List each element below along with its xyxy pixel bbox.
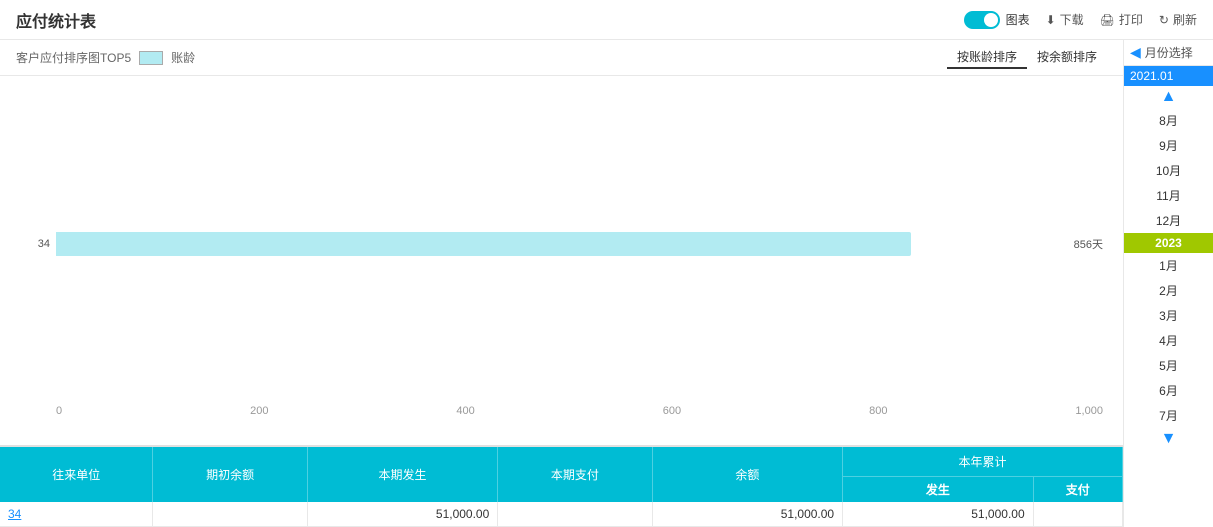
bar-chart: 34 856天 0 200 400 600 800: [10, 86, 1113, 421]
sort-by-age-button[interactable]: 按账龄排序: [947, 46, 1027, 69]
col-nianfasheng: 发生: [843, 477, 1034, 503]
download-button[interactable]: ⬇ 下载: [1046, 11, 1084, 28]
x-axis-600: 600: [663, 405, 681, 417]
sidebar-month-9[interactable]: 9月: [1124, 133, 1213, 158]
bar-label: 34: [20, 238, 50, 250]
sidebar-month-5[interactable]: 5月: [1124, 353, 1213, 378]
sidebar-header: ◀ 月份选择: [1124, 40, 1213, 66]
sidebar-collapse-button[interactable]: ◀: [1130, 44, 1141, 61]
download-icon: ⬇: [1046, 13, 1056, 27]
x-axis-200: 200: [250, 405, 268, 417]
col-nianzhifu: 支付: [1033, 477, 1122, 503]
cell-unit[interactable]: 34: [0, 502, 153, 527]
bar-fill: [56, 232, 911, 256]
header-actions: 图表 ⬇ 下载 🖨 打印 ↻ 刷新: [964, 11, 1197, 29]
sort-by-balance-button[interactable]: 按余额排序: [1027, 46, 1107, 69]
print-button[interactable]: 🖨 打印: [1100, 11, 1143, 28]
sidebar-month-10[interactable]: 10月: [1124, 158, 1213, 183]
table-header-row: 往来单位 期初余额 本期发生 本期支付 余额 本年累计: [0, 447, 1123, 477]
sidebar-up-button[interactable]: ▲: [1124, 86, 1213, 108]
bar-end-label: 856天: [1074, 236, 1103, 252]
sidebar: ◀ 月份选择 2021.01 ▲ 8月 9月 10月 11月 12月 2023 …: [1123, 40, 1213, 527]
sidebar-month-12[interactable]: 12月: [1124, 208, 1213, 233]
col-qichu: 期初余额: [153, 447, 307, 502]
chart-sort-buttons: 按账龄排序 按余额排序: [947, 46, 1107, 69]
sidebar-title: 月份选择: [1145, 44, 1193, 61]
x-axis: 0 200 400 600 800 1,000: [20, 401, 1103, 421]
x-axis-800: 800: [869, 405, 887, 417]
chart-legend: 客户应付排序图TOP5 账龄: [16, 49, 195, 66]
page-title: 应付统计表: [16, 8, 96, 32]
print-icon: 🖨: [1100, 13, 1115, 27]
chart-toggle-label: 图表: [1006, 11, 1030, 28]
data-table: 往来单位 期初余额 本期发生 本期支付 余额 本年累计 发生 支付: [0, 445, 1123, 527]
sidebar-down-button[interactable]: ▼: [1124, 428, 1213, 450]
col-nianlei: 本年累计: [843, 447, 1123, 477]
refresh-button[interactable]: ↻ 刷新: [1159, 11, 1197, 28]
refresh-icon: ↻: [1159, 13, 1169, 27]
bar-track: [56, 232, 1062, 256]
cell-benzhifu: [498, 502, 652, 527]
sidebar-month-3[interactable]: 3月: [1124, 303, 1213, 328]
table-row: 34 51,000.00 51,000.00 51,000.00: [0, 502, 1123, 527]
col-unit: 往来单位: [0, 447, 153, 502]
cell-nianzhifu: [1033, 502, 1122, 527]
cell-yue: 51,000.00: [652, 502, 843, 527]
chart-topbar: 客户应付排序图TOP5 账龄 按账龄排序 按余额排序: [0, 40, 1123, 76]
sidebar-month-11[interactable]: 11月: [1124, 183, 1213, 208]
sidebar-month-6[interactable]: 6月: [1124, 378, 1213, 403]
sidebar-month-8[interactable]: 8月: [1124, 108, 1213, 133]
legend-color-box: [139, 51, 163, 65]
cell-benfasheng: 51,000.00: [307, 502, 498, 527]
x-axis-0: 0: [56, 405, 62, 417]
cell-qichu: [153, 502, 307, 527]
chart-area: 34 856天 0 200 400 600 800: [0, 76, 1123, 445]
sidebar-current-year: 2021.01: [1124, 66, 1213, 86]
sidebar-month-1[interactable]: 1月: [1124, 253, 1213, 278]
bar-row: 34 856天: [20, 232, 1103, 256]
col-benzhifu: 本期支付: [498, 447, 652, 502]
sidebar-year-2023: 2023: [1124, 233, 1213, 253]
sidebar-month-4[interactable]: 4月: [1124, 328, 1213, 353]
sidebar-month-7[interactable]: 7月: [1124, 403, 1213, 428]
sidebar-month-2[interactable]: 2月: [1124, 278, 1213, 303]
col-yue: 余额: [652, 447, 843, 502]
legend-title: 客户应付排序图TOP5: [16, 49, 131, 66]
x-axis-400: 400: [456, 405, 474, 417]
col-benfasheng: 本期发生: [307, 447, 498, 502]
x-axis-1000: 1,000: [1075, 405, 1103, 417]
chart-toggle[interactable]: [964, 11, 1000, 29]
legend-age-label: 账龄: [171, 49, 195, 66]
cell-nianfasheng: 51,000.00: [843, 502, 1034, 527]
